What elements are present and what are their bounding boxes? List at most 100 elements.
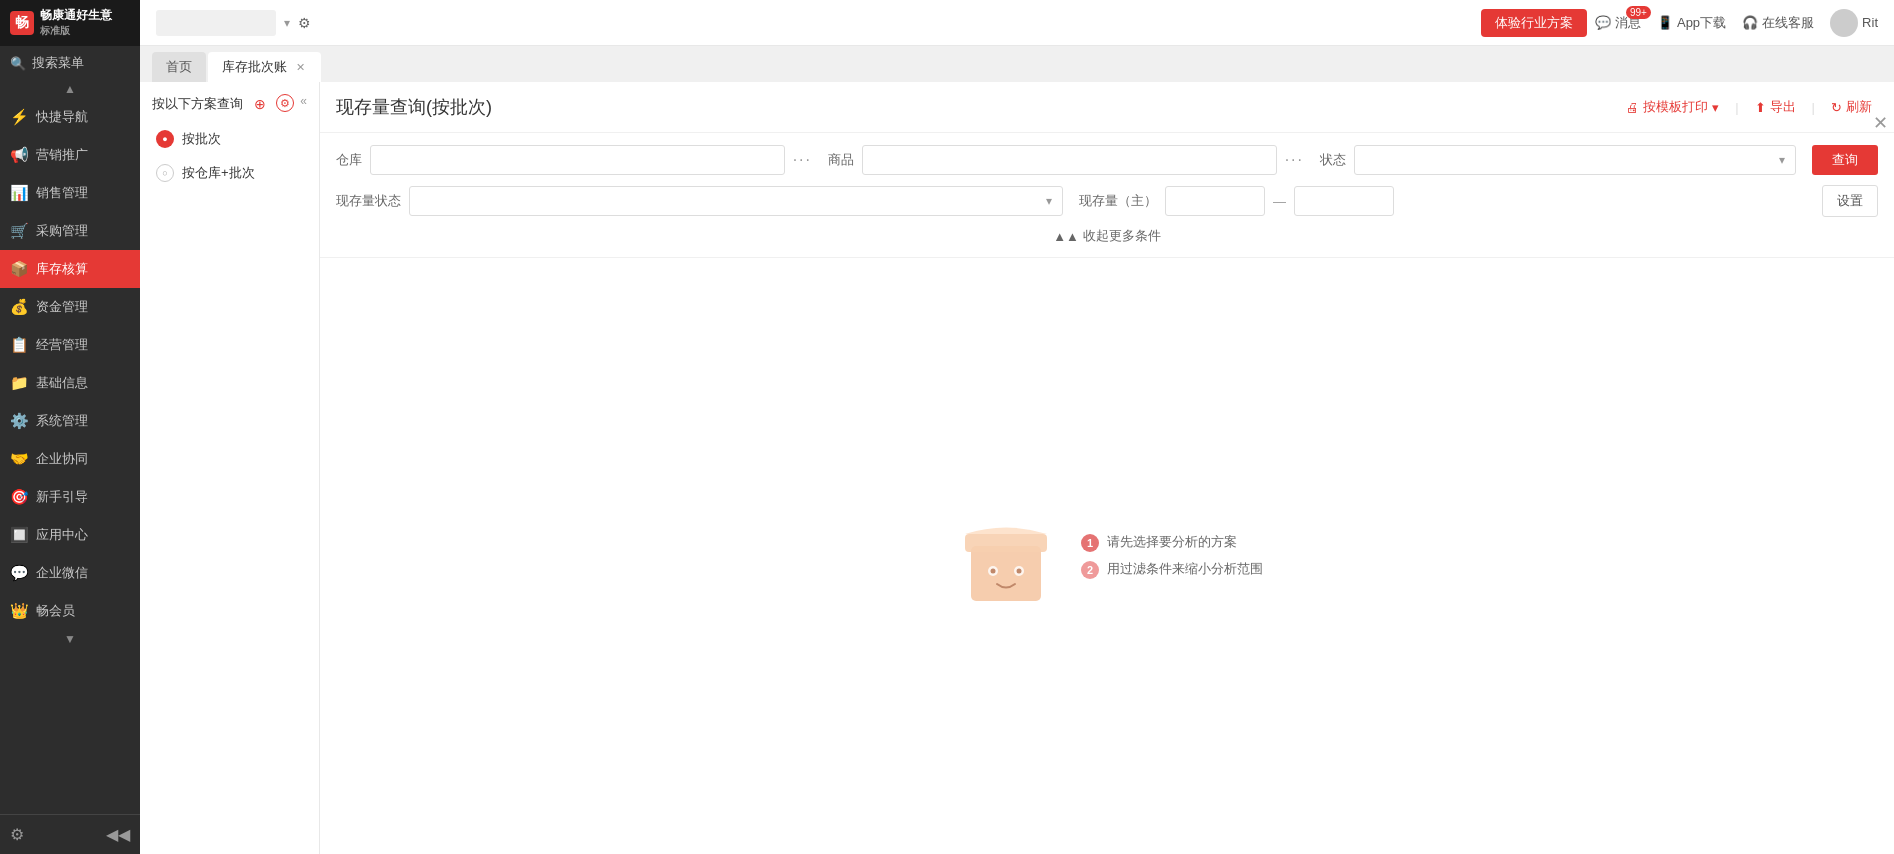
sidebar-item-label: 销售管理 <box>36 184 88 202</box>
inventory-qty-from-input[interactable] <box>1165 186 1265 216</box>
filter-area: 仓库 ··· 商品 ··· 状态 ▾ <box>320 133 1894 258</box>
empty-tip-2: 2 用过滤条件来缩小分析范围 <box>1081 560 1263 579</box>
sidebar-item-apps[interactable]: 🔲 应用中心 <box>0 516 140 554</box>
app-download-btn[interactable]: 📱 App下载 <box>1657 14 1726 32</box>
filter-row-2: 现存量状态 ▾ 现存量（主） — <box>336 185 1878 217</box>
status-label: 状态 <box>1320 151 1346 169</box>
scheme-default-icon: ○ <box>156 164 174 182</box>
sidebar-item-member[interactable]: 👑 畅会员 <box>0 592 140 630</box>
sidebar-footer: ⚙ ◀◀ <box>0 814 140 854</box>
print-label: 按模板打印 <box>1643 98 1708 116</box>
sidebar-item-purchase[interactable]: 🛒 采购管理 <box>0 212 140 250</box>
headset-icon: 🎧 <box>1742 15 1758 30</box>
sidebar-item-label: 经营管理 <box>36 336 88 354</box>
inventory-qty-filter-group: 现存量（主） — <box>1079 186 1806 216</box>
sidebar-item-wechat[interactable]: 💬 企业微信 <box>0 554 140 592</box>
sidebar-item-label: 企业微信 <box>36 564 88 582</box>
breadcrumb-chevron-icon[interactable]: ▾ <box>284 16 290 30</box>
scheme-item-warehouse-batch[interactable]: ○ 按仓库+批次 <box>140 156 319 190</box>
sidebar-item-quick-nav[interactable]: ⚡ 快捷导航 <box>0 98 140 136</box>
sidebar-item-inventory[interactable]: 📦 库存核算 <box>0 250 140 288</box>
warehouse-input[interactable] <box>370 145 785 175</box>
left-panel-title: 按以下方案查询 <box>152 95 243 113</box>
collapse-sidebar-icon[interactable]: ◀◀ <box>106 825 130 844</box>
app-subtitle: 标准版 <box>40 24 112 38</box>
inventory-status-filter-group: 现存量状态 ▾ <box>336 186 1063 216</box>
scheme-item-batch[interactable]: ● 按批次 <box>140 122 319 156</box>
search-icon: 🔍 <box>10 56 26 71</box>
sidebar-item-marketing[interactable]: 📢 营销推广 <box>0 136 140 174</box>
query-btn[interactable]: 查询 <box>1812 145 1878 175</box>
inventory-status-select[interactable]: ▾ <box>409 186 1063 216</box>
breadcrumb-gear-icon[interactable]: ⚙ <box>298 15 311 31</box>
left-panel-icons: ⊕ ⚙ « <box>250 94 307 114</box>
sidebar-item-sales[interactable]: 📊 销售管理 <box>0 174 140 212</box>
refresh-btn[interactable]: ↻ 刷新 <box>1825 94 1878 120</box>
online-service-btn[interactable]: 🎧 在线客服 <box>1742 14 1814 32</box>
tip-2-text: 用过滤条件来缩小分析范围 <box>1107 560 1263 578</box>
empty-illustration <box>951 506 1051 606</box>
system-icon: ⚙️ <box>10 412 28 430</box>
scroll-down-btn[interactable]: ▼ <box>0 630 140 648</box>
sidebar-item-finance[interactable]: 💰 资金管理 <box>0 288 140 326</box>
close-panel-btn[interactable]: ✕ <box>1873 112 1888 134</box>
sidebar-item-basic[interactable]: 📁 基础信息 <box>0 364 140 402</box>
user-avatar <box>1830 9 1858 37</box>
user-menu-btn[interactable]: Rit <box>1830 9 1878 37</box>
settings-icon[interactable]: ⚙ <box>10 825 24 844</box>
add-scheme-icon[interactable]: ⊕ <box>250 94 270 114</box>
svg-rect-0 <box>971 546 1041 601</box>
warehouse-filter-group: 仓库 ··· <box>336 145 812 175</box>
breadcrumb-input[interactable] <box>156 10 276 36</box>
messages-btn[interactable]: 💬 消息 99+ <box>1595 14 1641 32</box>
warehouse-more-icon[interactable]: ··· <box>793 151 812 169</box>
export-label: 导出 <box>1770 98 1796 116</box>
collab-icon: 🤝 <box>10 450 28 468</box>
tab-home[interactable]: 首页 <box>152 52 206 82</box>
status-select[interactable]: ▾ <box>1354 145 1796 175</box>
separator-1: | <box>1735 100 1738 115</box>
sidebar-item-label: 畅会员 <box>36 602 75 620</box>
settings-scheme-icon[interactable]: ⚙ <box>276 94 294 112</box>
separator-2: | <box>1812 100 1815 115</box>
tab-close-icon[interactable]: ✕ <box>293 60 307 74</box>
scroll-up-btn[interactable]: ▲ <box>0 80 140 98</box>
user-name: Rit <box>1862 15 1878 30</box>
product-input[interactable] <box>862 145 1277 175</box>
sidebar-item-label: 基础信息 <box>36 374 88 392</box>
sales-icon: 📊 <box>10 184 28 202</box>
breadcrumb-area: ▾ ⚙ <box>156 10 1473 36</box>
tip-1-text: 请先选择要分析的方案 <box>1107 533 1237 551</box>
scheme-warehouse-batch-label: 按仓库+批次 <box>182 164 255 182</box>
sidebar-item-system[interactable]: ⚙️ 系统管理 <box>0 402 140 440</box>
apps-icon: 🔲 <box>10 526 28 544</box>
page-header-actions: 🖨 按模板打印 ▾ | ⬆ 导出 | ↻ 刷新 <box>1620 94 1878 120</box>
inventory-qty-to-input[interactable] <box>1294 186 1394 216</box>
print-btn[interactable]: 🖨 按模板打印 ▾ <box>1620 94 1725 120</box>
purchase-icon: 🛒 <box>10 222 28 240</box>
product-more-icon[interactable]: ··· <box>1285 151 1304 169</box>
tip-1-num: 1 <box>1081 534 1099 552</box>
sidebar-item-ops[interactable]: 📋 经营管理 <box>0 326 140 364</box>
print-chevron-icon[interactable]: ▾ <box>1712 100 1719 115</box>
collapse-panel-icon[interactable]: « <box>300 94 307 114</box>
sidebar-item-guide[interactable]: 🎯 新手引导 <box>0 478 140 516</box>
export-btn[interactable]: ⬆ 导出 <box>1749 94 1802 120</box>
tab-batch[interactable]: 库存批次账 ✕ <box>208 52 321 82</box>
sidebar-search[interactable]: 🔍 搜索菜单 <box>0 46 140 80</box>
qty-range-dash: — <box>1273 194 1286 209</box>
inventory-status-chevron-icon: ▾ <box>1046 194 1052 208</box>
guide-icon: 🎯 <box>10 488 28 506</box>
settings-btn[interactable]: 设置 <box>1822 185 1878 217</box>
sidebar-item-label: 营销推广 <box>36 146 88 164</box>
sidebar-search-label: 搜索菜单 <box>32 54 84 72</box>
status-select-chevron-icon: ▾ <box>1779 153 1785 167</box>
sidebar: 畅 畅康通好生意 标准版 🔍 搜索菜单 ▲ ⚡ 快捷导航 📢 营销推广 📊 销售… <box>0 0 140 854</box>
sidebar-item-collab[interactable]: 🤝 企业协同 <box>0 440 140 478</box>
collapse-filters-btn[interactable]: ▲▲ 收起更多条件 <box>336 227 1878 245</box>
sidebar-item-label: 快捷导航 <box>36 108 88 126</box>
sidebar-item-label: 采购管理 <box>36 222 88 240</box>
experience-btn[interactable]: 体验行业方案 <box>1481 9 1587 37</box>
empty-tip-1: 1 请先选择要分析的方案 <box>1081 533 1263 552</box>
svg-rect-1 <box>965 534 1047 552</box>
